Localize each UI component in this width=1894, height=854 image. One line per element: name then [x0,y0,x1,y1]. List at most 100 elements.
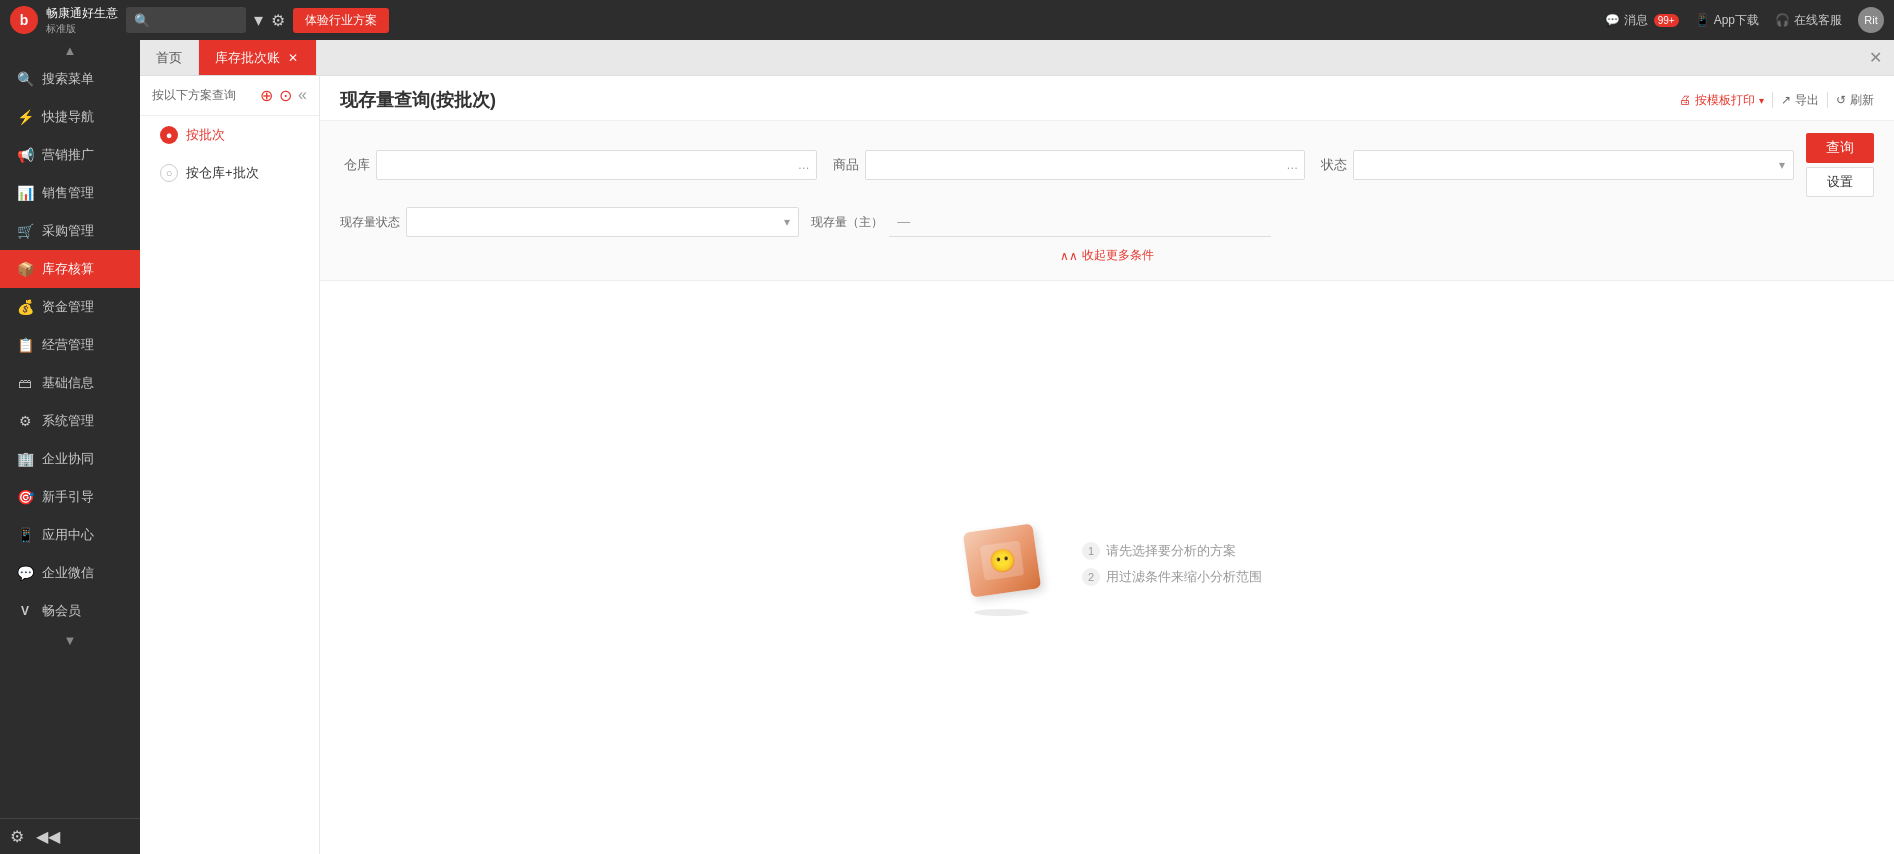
filter-panel-header: 按以下方案查询 ⊕ ⊙ « [140,76,319,116]
stock-status-select[interactable]: ▾ [406,207,799,237]
sidebar-bottom: ⚙ ◀◀ [0,818,140,854]
empty-illustration: 😶 [952,518,1052,618]
search-form: 仓库 … 商品 … [320,121,1894,281]
add-filter-icon[interactable]: ⊕ [260,86,273,105]
collapse-filter-icon[interactable]: « [298,86,307,105]
enterprise-icon: 🏢 [16,450,34,468]
stock-status-dropdown-icon: ▾ [784,215,790,229]
export-icon: ↗ [1781,93,1791,107]
sidebar-scroll-up[interactable]: ▲ [0,40,140,60]
sidebar-scroll-down[interactable]: ▼ [0,630,140,650]
app-logo: b [10,6,38,34]
page-title-actions: 🖨 按模板打印 ▾ ↗ 导出 ↺ 刷新 [1679,92,1874,109]
finance-icon: 💰 [16,298,34,316]
filter-option-warehouse-batch[interactable]: ○ 按仓库+批次 [140,154,319,192]
settings-icon[interactable]: ⚙ [10,827,24,846]
status-field: 状态 ▾ [1317,150,1794,180]
headset-icon: 🎧 [1775,13,1790,27]
refresh-button[interactable]: ↺ 刷新 [1836,92,1874,109]
search-menu-icon: 🔍 [16,70,34,88]
settings-button[interactable]: 设置 [1806,167,1874,197]
panel-close-icon[interactable]: ✕ [1857,48,1894,67]
main-content: 现存量查询(按批次) 🖨 按模板打印 ▾ ↗ 导出 [320,76,1894,854]
warehouse-batch-filter-icon: ○ [160,164,178,182]
empty-state: 😶 1 请先选择要分析的方案 2 用过滤条件来缩小分析范围 [320,281,1894,854]
empty-hint-1: 1 请先选择要分析的方案 [1082,542,1262,560]
sidebar-item-finance[interactable]: 💰 资金管理 [0,288,140,326]
query-button[interactable]: 查询 [1806,133,1874,163]
tab-close-icon[interactable]: ✕ [286,51,300,65]
main-layout: ▲ 🔍 搜索菜单 ⚡ 快捷导航 📢 营销推广 📊 销售管理 🛒 采购管理 📦 库… [0,40,1894,854]
operation-icon: 📋 [16,336,34,354]
tab-batch[interactable]: 库存批次账 ✕ [199,40,317,75]
warehouse-input-wrapper[interactable]: … [376,150,817,180]
status-select[interactable]: ▾ [1353,150,1794,180]
filter-option-batch[interactable]: ● 按批次 [140,116,319,154]
filter-actions: ⊕ ⊙ « [260,86,307,105]
shortcut-icon: ⚡ [16,108,34,126]
trial-button[interactable]: 体验行业方案 [293,8,389,33]
collapse-btn[interactable]: ∧∧ 收起更多条件 [340,243,1874,268]
purchase-icon: 🛒 [16,222,34,240]
toggle-icon[interactable]: ◀◀ [36,827,60,846]
search-icon: 🔍 [134,13,150,28]
message-item[interactable]: 💬 消息 99+ [1605,12,1679,29]
system-icon: ⚙ [16,412,34,430]
sidebar: ▲ 🔍 搜索菜单 ⚡ 快捷导航 📢 营销推广 📊 销售管理 🛒 采购管理 📦 库… [0,40,140,854]
appcenter-icon: 📱 [16,526,34,544]
print-button[interactable]: 🖨 按模板打印 ▾ [1679,92,1764,109]
content-area: 首页 库存批次账 ✕ ✕ 按以下方案查询 ⊕ ⊙ « [140,40,1894,854]
sidebar-item-basic[interactable]: 🗃 基础信息 [0,364,140,402]
app-brand: 畅康通好生意 标准版 [46,5,118,36]
wechat-icon: 💬 [16,564,34,582]
goods-field: 商品 … [829,150,1306,180]
print-icon: 🖨 [1679,93,1691,107]
status-dropdown-icon: ▾ [1779,158,1785,172]
topbar: b 畅康通好生意 标准版 🔍 ▾ ⚙ 体验行业方案 💬 消息 99+ 📱 App… [0,0,1894,40]
print-dropdown-icon[interactable]: ▾ [1759,95,1764,106]
sidebar-item-shortcut[interactable]: ⚡ 快捷导航 [0,98,140,136]
sidebar-item-purchase[interactable]: 🛒 采购管理 [0,212,140,250]
basic-icon: 🗃 [16,374,34,392]
sidebar-item-inventory[interactable]: 📦 库存核算 [0,250,140,288]
sidebar-item-search[interactable]: 🔍 搜索菜单 [0,60,140,98]
sidebar-item-operation[interactable]: 📋 经营管理 [0,326,140,364]
filter-panel: 按以下方案查询 ⊕ ⊙ « ● 按批次 ○ 按仓库+批次 [140,76,320,854]
sidebar-item-member[interactable]: V 畅会员 [0,592,140,630]
stock-qty-field: 现存量（主） — [811,207,1270,237]
sidebar-item-sales[interactable]: 📊 销售管理 [0,174,140,212]
tab-bar: 首页 库存批次账 ✕ ✕ [140,40,1894,76]
download-icon: 📱 [1695,13,1710,27]
sidebar-item-marketing[interactable]: 📢 营销推广 [0,136,140,174]
warehouse-dots-icon[interactable]: … [798,158,810,172]
stock-qty-dash: — [897,214,910,229]
sidebar-item-enterprise[interactable]: 🏢 企业协同 [0,440,140,478]
sidebar-item-system[interactable]: ⚙ 系统管理 [0,402,140,440]
export-button[interactable]: ↗ 导出 [1781,92,1819,109]
stock-status-field: 现存量状态 ▾ [340,207,799,237]
goods-input-wrapper[interactable]: … [865,150,1306,180]
goods-dots-icon[interactable]: … [1286,158,1298,172]
settings-filter-icon[interactable]: ⊙ [279,86,292,105]
empty-hints: 1 请先选择要分析的方案 2 用过滤条件来缩小分析范围 [1082,542,1262,594]
divider-2 [1827,92,1828,108]
warehouse-field: 仓库 … [340,150,817,180]
gear-icon[interactable]: ⚙ [271,11,285,30]
search-input[interactable] [154,13,234,27]
topbar-actions: 💬 消息 99+ 📱 App下载 🎧 在线客服 Rit [1605,7,1884,33]
app-download-item[interactable]: 📱 App下载 [1695,12,1759,29]
dropdown-icon[interactable]: ▾ [254,9,263,31]
inventory-icon: 📦 [16,260,34,278]
page-title-bar: 现存量查询(按批次) 🖨 按模板打印 ▾ ↗ 导出 [320,76,1894,121]
online-service-item[interactable]: 🎧 在线客服 [1775,12,1842,29]
search-box[interactable]: 🔍 [126,7,246,33]
message-icon: 💬 [1605,13,1620,27]
sidebar-item-appcenter[interactable]: 📱 应用中心 [0,516,140,554]
warehouse-input[interactable] [383,150,794,180]
sidebar-item-wechat[interactable]: 💬 企业微信 [0,554,140,592]
sales-icon: 📊 [16,184,34,202]
goods-input[interactable] [872,150,1283,180]
tab-home[interactable]: 首页 [140,40,199,75]
sidebar-item-newbie[interactable]: 🎯 新手引导 [0,478,140,516]
user-avatar[interactable]: Rit [1858,7,1884,33]
